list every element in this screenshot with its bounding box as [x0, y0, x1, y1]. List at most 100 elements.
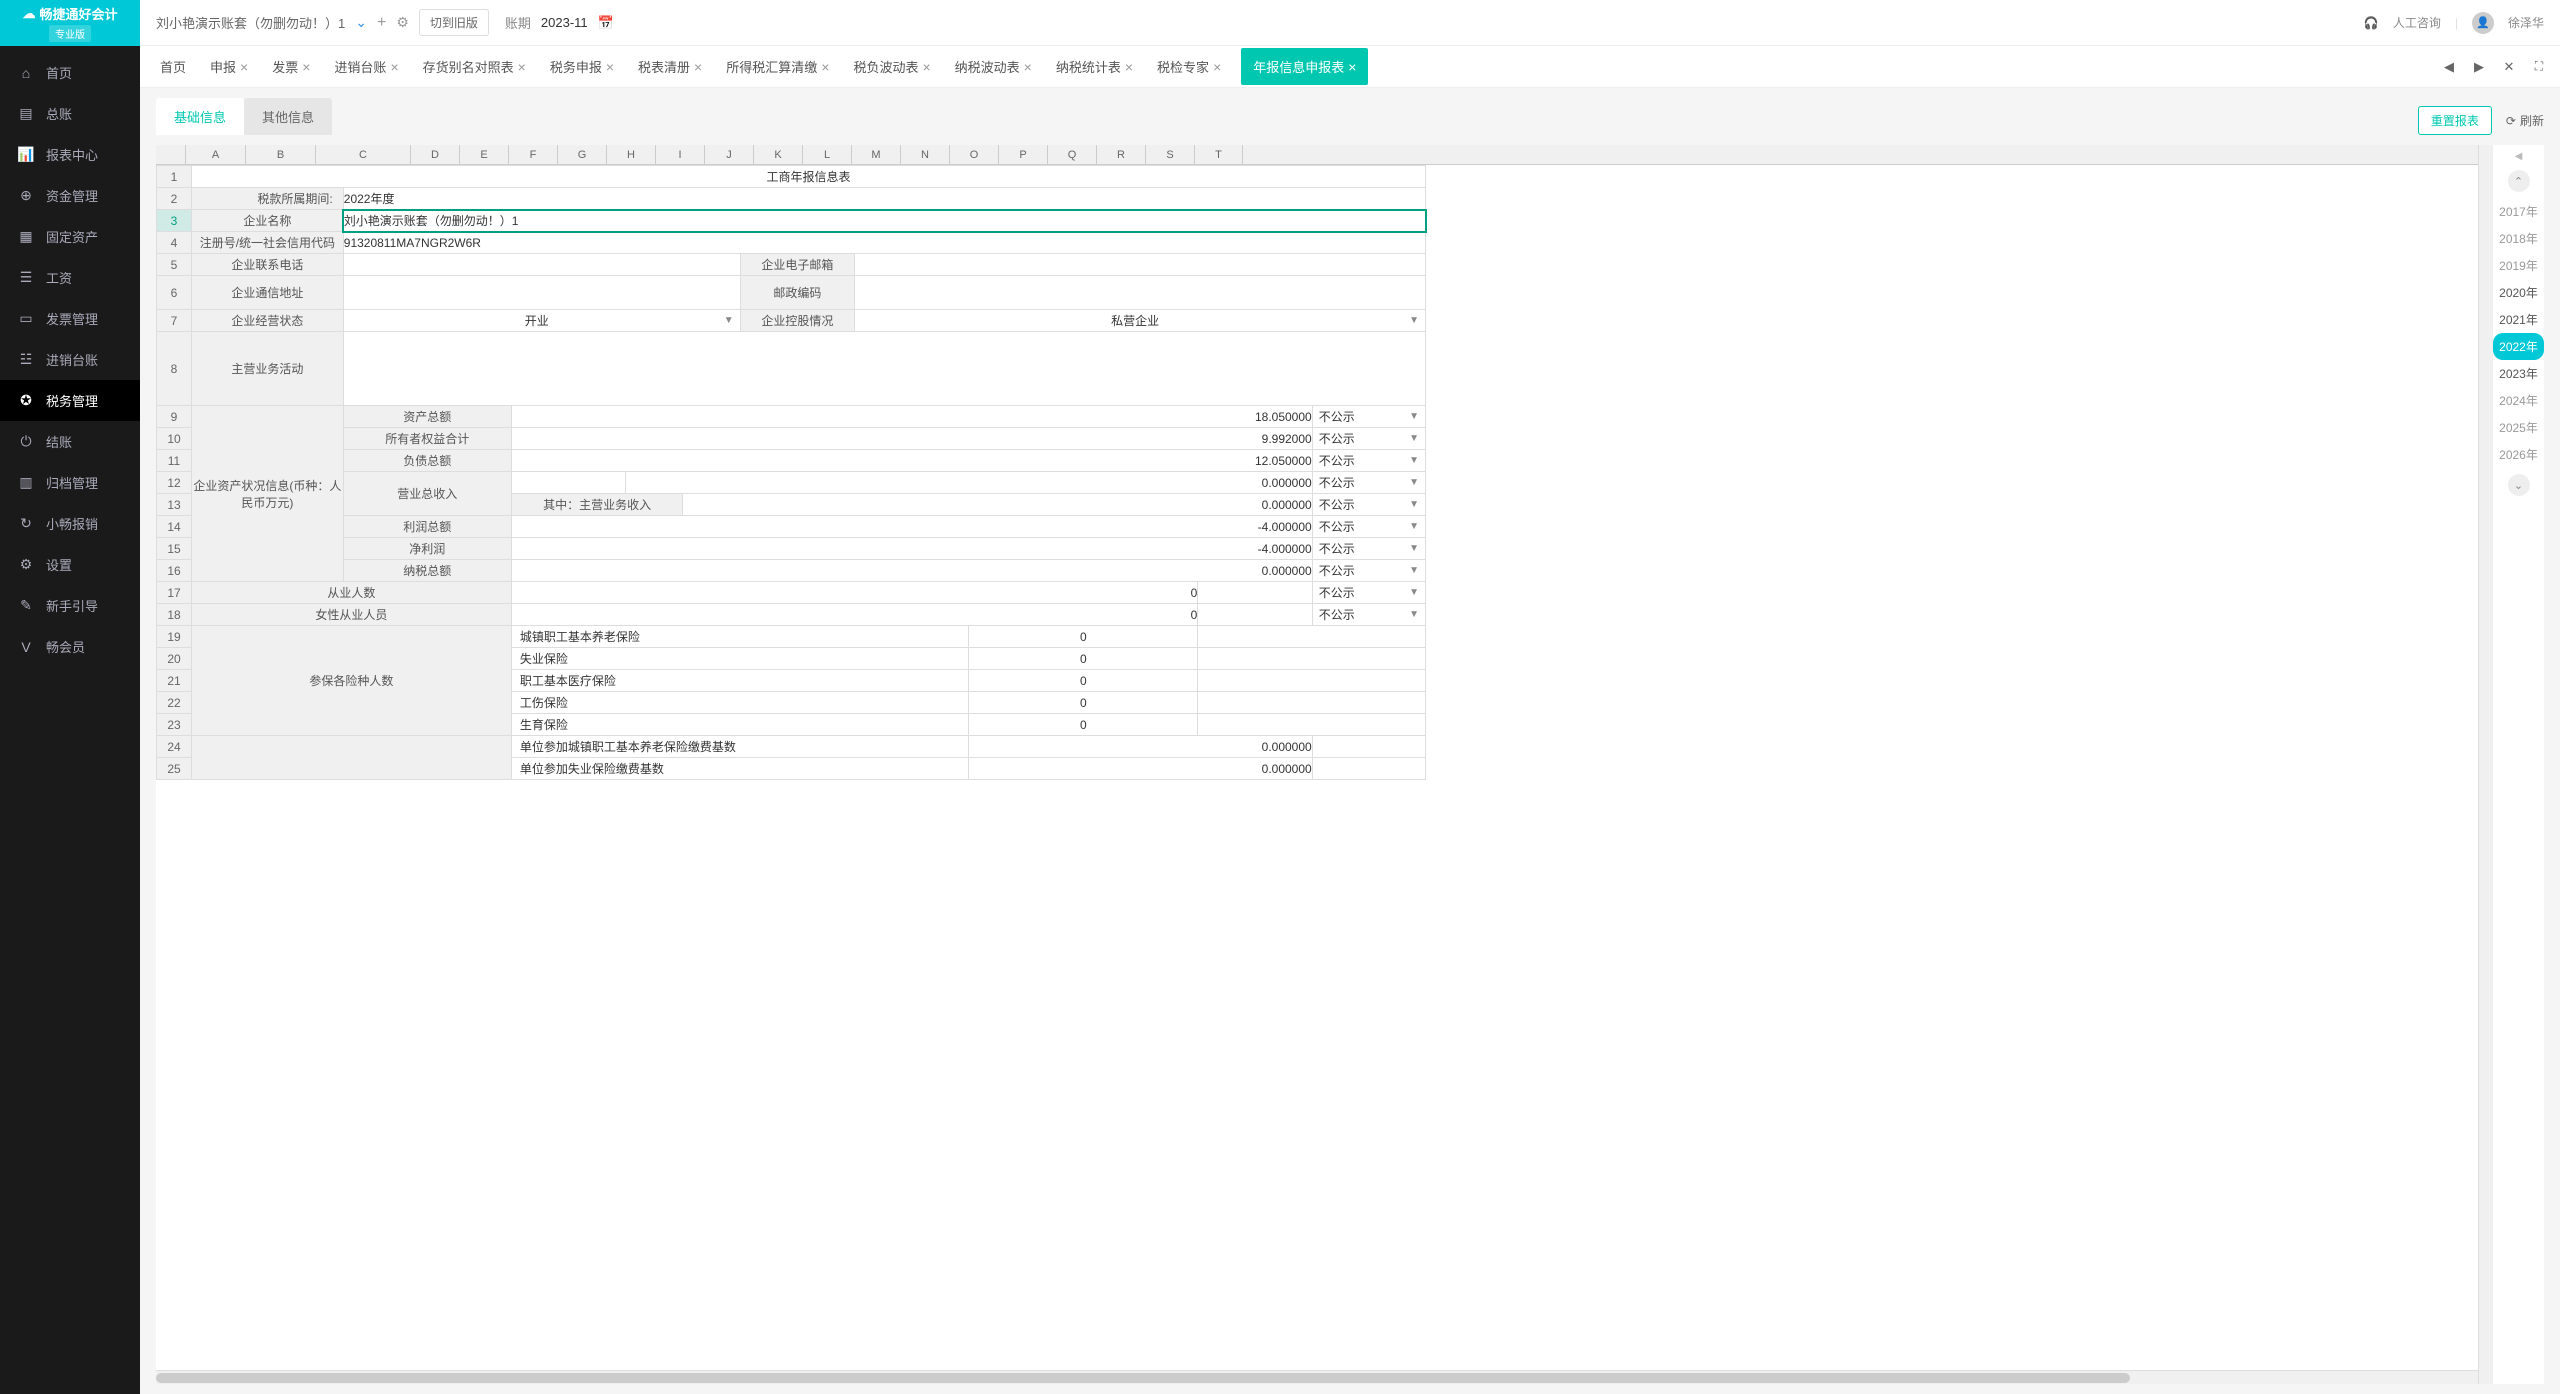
tab-close-all-icon[interactable]: ✕ [2498, 59, 2520, 75]
cell-dropdown[interactable]: 不公示▼ [1312, 428, 1425, 450]
row-header[interactable]: 12 [157, 472, 192, 494]
col-header-Q[interactable]: Q [1048, 145, 1097, 164]
cell-dropdown[interactable]: 不公示▼ [1312, 516, 1425, 538]
cell-value[interactable]: 91320811MA7NGR2W6R [343, 232, 1425, 254]
cell-number[interactable]: 0 [969, 670, 1198, 692]
nav-guide[interactable]: ✎新手引导 [0, 585, 140, 626]
close-icon[interactable]: × [1024, 59, 1032, 75]
cell-value[interactable]: 城镇职工基本养老保险 [511, 626, 969, 648]
row-header[interactable]: 4 [157, 232, 192, 254]
year-2023年[interactable]: 2023年 [2493, 360, 2544, 387]
col-header-S[interactable]: S [1146, 145, 1195, 164]
cell-value[interactable] [855, 276, 1426, 310]
cell-number[interactable]: -4.000000 [511, 538, 1312, 560]
close-icon[interactable]: × [606, 59, 614, 75]
vertical-scrollbar[interactable] [2478, 145, 2492, 1384]
nav-tax[interactable]: ✪税务管理 [0, 380, 140, 421]
col-header-E[interactable]: E [460, 145, 509, 164]
close-icon[interactable]: × [1213, 59, 1221, 75]
close-icon[interactable]: × [1125, 59, 1133, 75]
cell-number[interactable]: 0.000000 [969, 736, 1312, 758]
tab-存货别名对照表[interactable]: 存货别名对照表× [419, 51, 530, 82]
year-2019年[interactable]: 2019年 [2493, 252, 2544, 279]
row-header[interactable]: 21 [157, 670, 192, 692]
close-icon[interactable]: × [922, 59, 930, 75]
cell-number[interactable]: 0 [969, 714, 1198, 736]
year-2020年[interactable]: 2020年 [2493, 279, 2544, 306]
horizontal-scrollbar[interactable] [156, 1370, 2478, 1384]
row-header[interactable]: 5 [157, 254, 192, 276]
cell-value[interactable] [1198, 626, 1426, 648]
nav-close[interactable]: ⏻结账 [0, 421, 140, 462]
row-header[interactable]: 14 [157, 516, 192, 538]
gear-icon[interactable]: ⚙ [396, 14, 409, 31]
cell-dropdown[interactable]: 不公示▼ [1312, 450, 1425, 472]
nav-reimburse[interactable]: ↻小畅报销 [0, 503, 140, 544]
cell-value[interactable] [1198, 582, 1312, 604]
cell-dropdown[interactable]: 不公示▼ [1312, 494, 1425, 516]
col-header-M[interactable]: M [852, 145, 901, 164]
row-header[interactable]: 2 [157, 188, 192, 210]
nav-fund[interactable]: ⊕资金管理 [0, 175, 140, 216]
nav-gear[interactable]: ⚙设置 [0, 544, 140, 585]
tab-首页[interactable]: 首页 [156, 51, 190, 82]
cell-dropdown[interactable]: 不公示▼ [1312, 472, 1425, 494]
close-icon[interactable]: × [240, 59, 248, 75]
tab-年报信息申报表[interactable]: 年报信息申报表× [1241, 48, 1368, 85]
close-icon[interactable]: × [518, 59, 526, 75]
select-all-corner[interactable] [156, 145, 186, 164]
tab-税表清册[interactable]: 税表清册× [634, 51, 706, 82]
tab-税负波动表[interactable]: 税负波动表× [849, 51, 934, 82]
sheet-body[interactable]: 1工商年报信息表2税款所属期间:2022年度3企业名称刘小艳演示账套（勿删勿动！… [156, 165, 2478, 1370]
row-header[interactable]: 24 [157, 736, 192, 758]
tab-发票[interactable]: 发票× [268, 51, 314, 82]
username[interactable]: 徐泽华 [2508, 14, 2544, 31]
consult-link[interactable]: 人工咨询 [2393, 14, 2441, 31]
cell-value[interactable] [343, 332, 1425, 406]
cell-dropdown[interactable]: 不公示▼ [1312, 406, 1425, 428]
close-icon[interactable]: × [390, 59, 398, 75]
col-header-L[interactable]: L [803, 145, 852, 164]
col-header-F[interactable]: F [509, 145, 558, 164]
cell-value[interactable] [511, 472, 625, 494]
cell-number[interactable]: 0.000000 [683, 494, 1312, 516]
nav-book[interactable]: ☳进销台账 [0, 339, 140, 380]
account-selector[interactable]: 刘小艳演示账套（勿删勿动！）1 ⌄ [156, 13, 367, 32]
cell-value[interactable]: 职工基本医疗保险 [511, 670, 969, 692]
add-icon[interactable]: + [377, 14, 386, 32]
cell-value[interactable] [343, 254, 740, 276]
nav-asset[interactable]: ▦固定资产 [0, 216, 140, 257]
panel-collapse-icon[interactable]: ◀ [2513, 149, 2525, 164]
cell-dropdown[interactable]: 不公示▼ [1312, 538, 1425, 560]
cell-number[interactable]: 0.000000 [626, 472, 1312, 494]
cell-dropdown[interactable]: 不公示▼ [1312, 604, 1425, 626]
col-header-P[interactable]: P [999, 145, 1048, 164]
tab-所得税汇算清缴[interactable]: 所得税汇算清缴× [722, 51, 833, 82]
row-header[interactable]: 18 [157, 604, 192, 626]
cell-value[interactable] [1198, 604, 1312, 626]
cell-number[interactable]: 0 [969, 648, 1198, 670]
col-header-N[interactable]: N [901, 145, 950, 164]
row-header[interactable]: 1 [157, 166, 192, 188]
cell-dropdown[interactable]: 不公示▼ [1312, 560, 1425, 582]
cell-number[interactable]: 0 [511, 582, 1197, 604]
nav-salary[interactable]: ☰工资 [0, 257, 140, 298]
year-2024年[interactable]: 2024年 [2493, 387, 2544, 414]
col-header-A[interactable]: A [186, 145, 246, 164]
cell-number[interactable]: 12.050000 [511, 450, 1312, 472]
close-icon[interactable]: × [694, 59, 702, 75]
cell-value[interactable] [855, 254, 1426, 276]
close-icon[interactable]: × [1348, 59, 1356, 75]
row-header[interactable]: 3 [157, 210, 192, 232]
row-header[interactable]: 8 [157, 332, 192, 406]
row-header[interactable]: 13 [157, 494, 192, 516]
cell-value[interactable] [1198, 714, 1426, 736]
cell-number[interactable]: 0.000000 [511, 560, 1312, 582]
year-up-icon[interactable]: ⌃ [2508, 170, 2530, 192]
cell-dropdown[interactable]: 私营企业▼ [855, 310, 1426, 332]
avatar[interactable]: 👤 [2472, 12, 2494, 34]
tab-税检专家[interactable]: 税检专家× [1153, 51, 1225, 82]
row-header[interactable]: 7 [157, 310, 192, 332]
cell-number[interactable]: 9.992000 [511, 428, 1312, 450]
col-header-I[interactable]: I [656, 145, 705, 164]
